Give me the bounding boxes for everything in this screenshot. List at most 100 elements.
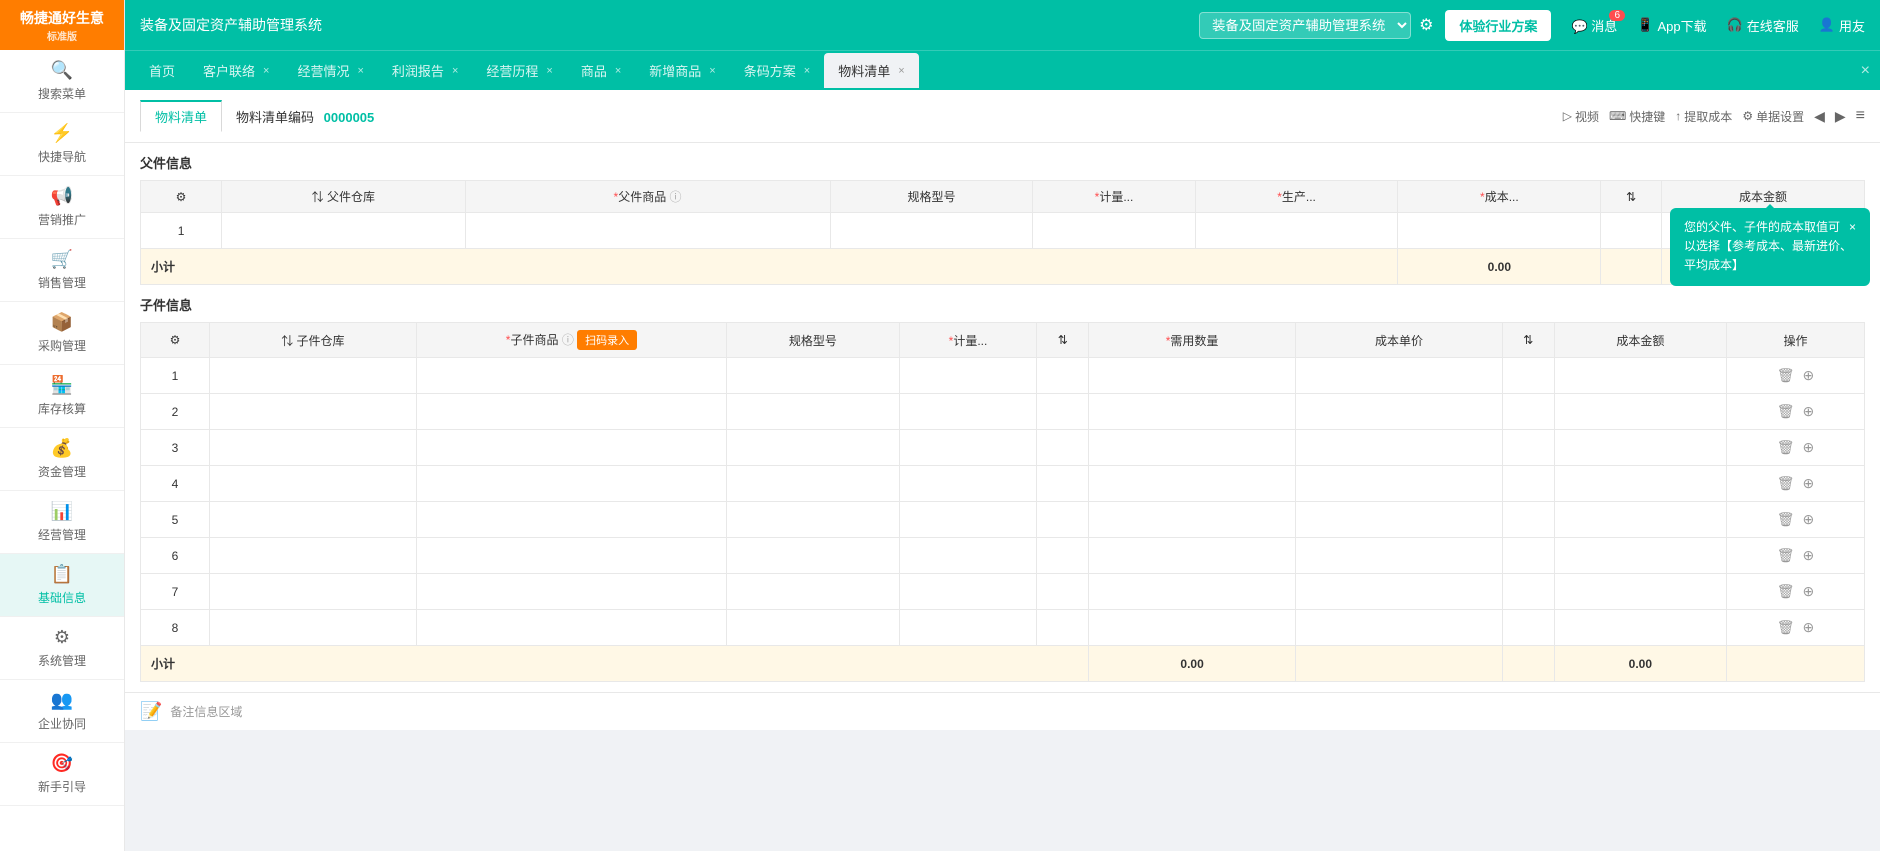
tab-barcode[interactable]: 条码方案 × <box>730 53 824 88</box>
nav-close-all[interactable]: × <box>1861 62 1870 80</box>
delete-icon-6[interactable]: 🗑 <box>1777 547 1795 564</box>
child-qty-cell-7[interactable] <box>1089 574 1296 610</box>
parent-cost-cell[interactable] <box>1398 213 1601 249</box>
child-unit-cell-6[interactable] <box>899 538 1037 574</box>
child-spec-cell-1[interactable] <box>727 358 899 394</box>
sidebar-item-collab[interactable]: 👥 企业协同 <box>0 680 124 743</box>
delete-icon-4[interactable]: 🗑 <box>1777 475 1795 492</box>
child-qty-cell-8[interactable] <box>1089 610 1296 646</box>
copy-icon-8[interactable]: ⊕ <box>1803 619 1815 636</box>
sidebar-item-finance[interactable]: 💰 资金管理 <box>0 428 124 491</box>
child-warehouse-cell-6[interactable] <box>209 538 416 574</box>
child-warehouse-cell-4[interactable] <box>209 466 416 502</box>
child-qty-cell-5[interactable] <box>1089 502 1296 538</box>
child-table-settings-icon[interactable]: ⚙ <box>170 333 181 347</box>
child-unit-cell-5[interactable] <box>899 502 1037 538</box>
delete-icon-3[interactable]: 🗑 <box>1777 439 1795 456</box>
tab-addgoods[interactable]: 新增商品 × <box>635 53 729 88</box>
parent-warehouse-cell[interactable] <box>222 213 465 249</box>
tab-profit-close[interactable]: × <box>452 65 458 77</box>
tab-operations[interactable]: 经营情况 × <box>283 53 377 88</box>
child-unit-cell-7[interactable] <box>899 574 1037 610</box>
child-price-cell-7[interactable] <box>1296 574 1503 610</box>
delete-icon-2[interactable]: 🗑 <box>1777 403 1795 420</box>
tab-bom[interactable]: 物料清单 × <box>824 53 918 88</box>
sidebar-item-basicinfo[interactable]: 📋 基础信息 <box>0 554 124 617</box>
delete-icon-1[interactable]: 🗑 <box>1777 367 1795 384</box>
tab-history[interactable]: 经营历程 × <box>472 53 566 88</box>
child-spec-cell-3[interactable] <box>727 430 899 466</box>
action-doc-settings[interactable]: ⚙ 单据设置 <box>1742 108 1804 125</box>
sidebar-item-sales[interactable]: 🛒 销售管理 <box>0 239 124 302</box>
sidebar-item-inventory[interactable]: 🏪 库存核算 <box>0 365 124 428</box>
child-spec-cell-2[interactable] <box>727 394 899 430</box>
child-spec-cell-7[interactable] <box>727 574 899 610</box>
child-spec-cell-6[interactable] <box>727 538 899 574</box>
nav-list-icon[interactable]: ≡ <box>1856 107 1865 125</box>
child-price-cell-6[interactable] <box>1296 538 1503 574</box>
tab-history-close[interactable]: × <box>546 65 552 77</box>
child-qty-cell-4[interactable] <box>1089 466 1296 502</box>
sidebar-item-search[interactable]: 🔍 搜索菜单 <box>0 50 124 113</box>
parent-spec-cell[interactable] <box>830 213 1033 249</box>
child-unit-cell-4[interactable] <box>899 466 1037 502</box>
nav-right-icon[interactable]: ▶ <box>1835 108 1846 125</box>
sidebar-item-marketing[interactable]: 📢 营销推广 <box>0 176 124 239</box>
child-warehouse-cell-5[interactable] <box>209 502 416 538</box>
copy-icon-6[interactable]: ⊕ <box>1803 547 1815 564</box>
child-warehouse-cell-1[interactable] <box>209 358 416 394</box>
tab-goods-close[interactable]: × <box>615 65 621 77</box>
child-price-cell-8[interactable] <box>1296 610 1503 646</box>
sidebar-item-operations[interactable]: 📊 经营管理 <box>0 491 124 554</box>
child-spec-cell-8[interactable] <box>727 610 899 646</box>
child-product-cell-6[interactable] <box>416 538 726 574</box>
parent-prod-cell[interactable] <box>1195 213 1398 249</box>
tab-operations-close[interactable]: × <box>357 65 363 77</box>
child-unit-cell-2[interactable] <box>899 394 1037 430</box>
sidebar-item-quicknav[interactable]: ⚡ 快捷导航 <box>0 113 124 176</box>
copy-icon-5[interactable]: ⊕ <box>1803 511 1815 528</box>
child-warehouse-cell-3[interactable] <box>209 430 416 466</box>
copy-icon-3[interactable]: ⊕ <box>1803 439 1815 456</box>
child-product-cell-5[interactable] <box>416 502 726 538</box>
user-area[interactable]: 👤 用友 <box>1819 16 1865 35</box>
child-price-cell-2[interactable] <box>1296 394 1503 430</box>
child-warehouse-cell-8[interactable] <box>209 610 416 646</box>
copy-icon-2[interactable]: ⊕ <box>1803 403 1815 420</box>
parent-unit-cell[interactable] <box>1033 213 1195 249</box>
child-qty-cell-6[interactable] <box>1089 538 1296 574</box>
child-qty-cell-2[interactable] <box>1089 394 1296 430</box>
tooltip-close-btn[interactable]: × <box>1849 218 1856 237</box>
delete-icon-7[interactable]: 🗑 <box>1777 583 1795 600</box>
sub-tab-bom[interactable]: 物料清单 <box>140 100 222 132</box>
child-warehouse-cell-7[interactable] <box>209 574 416 610</box>
child-price-cell-3[interactable] <box>1296 430 1503 466</box>
tab-home[interactable]: 首页 <box>135 53 189 88</box>
child-price-cell-5[interactable] <box>1296 502 1503 538</box>
action-video[interactable]: ▷ 视频 <box>1563 108 1599 125</box>
child-product-cell-2[interactable] <box>416 394 726 430</box>
online-service-btn[interactable]: 🎧 在线客服 <box>1727 16 1799 35</box>
child-warehouse-cell-2[interactable] <box>209 394 416 430</box>
tab-addgoods-close[interactable]: × <box>709 65 715 77</box>
scan-input-btn[interactable]: 扫码录入 <box>577 330 637 350</box>
child-unit-cell-3[interactable] <box>899 430 1037 466</box>
child-product-cell-8[interactable] <box>416 610 726 646</box>
nav-left-icon[interactable]: ◀ <box>1814 108 1825 125</box>
table-settings-icon[interactable]: ⚙ <box>176 190 187 204</box>
child-product-cell-7[interactable] <box>416 574 726 610</box>
child-price-cell-1[interactable] <box>1296 358 1503 394</box>
action-shortcut[interactable]: ⌨ 快捷键 <box>1609 108 1665 125</box>
tab-barcode-close[interactable]: × <box>804 65 810 77</box>
child-qty-cell-1[interactable] <box>1089 358 1296 394</box>
copy-icon-7[interactable]: ⊕ <box>1803 583 1815 600</box>
settings-icon[interactable]: ⚙ <box>1419 15 1433 35</box>
app-download-btn[interactable]: 📱 App下载 <box>1637 16 1706 35</box>
child-spec-cell-4[interactable] <box>727 466 899 502</box>
delete-icon-5[interactable]: 🗑 <box>1777 511 1795 528</box>
child-qty-cell-3[interactable] <box>1089 430 1296 466</box>
copy-icon-4[interactable]: ⊕ <box>1803 475 1815 492</box>
child-product-cell-1[interactable] <box>416 358 726 394</box>
child-unit-cell-1[interactable] <box>899 358 1037 394</box>
tab-customer[interactable]: 客户联络 × <box>189 53 283 88</box>
